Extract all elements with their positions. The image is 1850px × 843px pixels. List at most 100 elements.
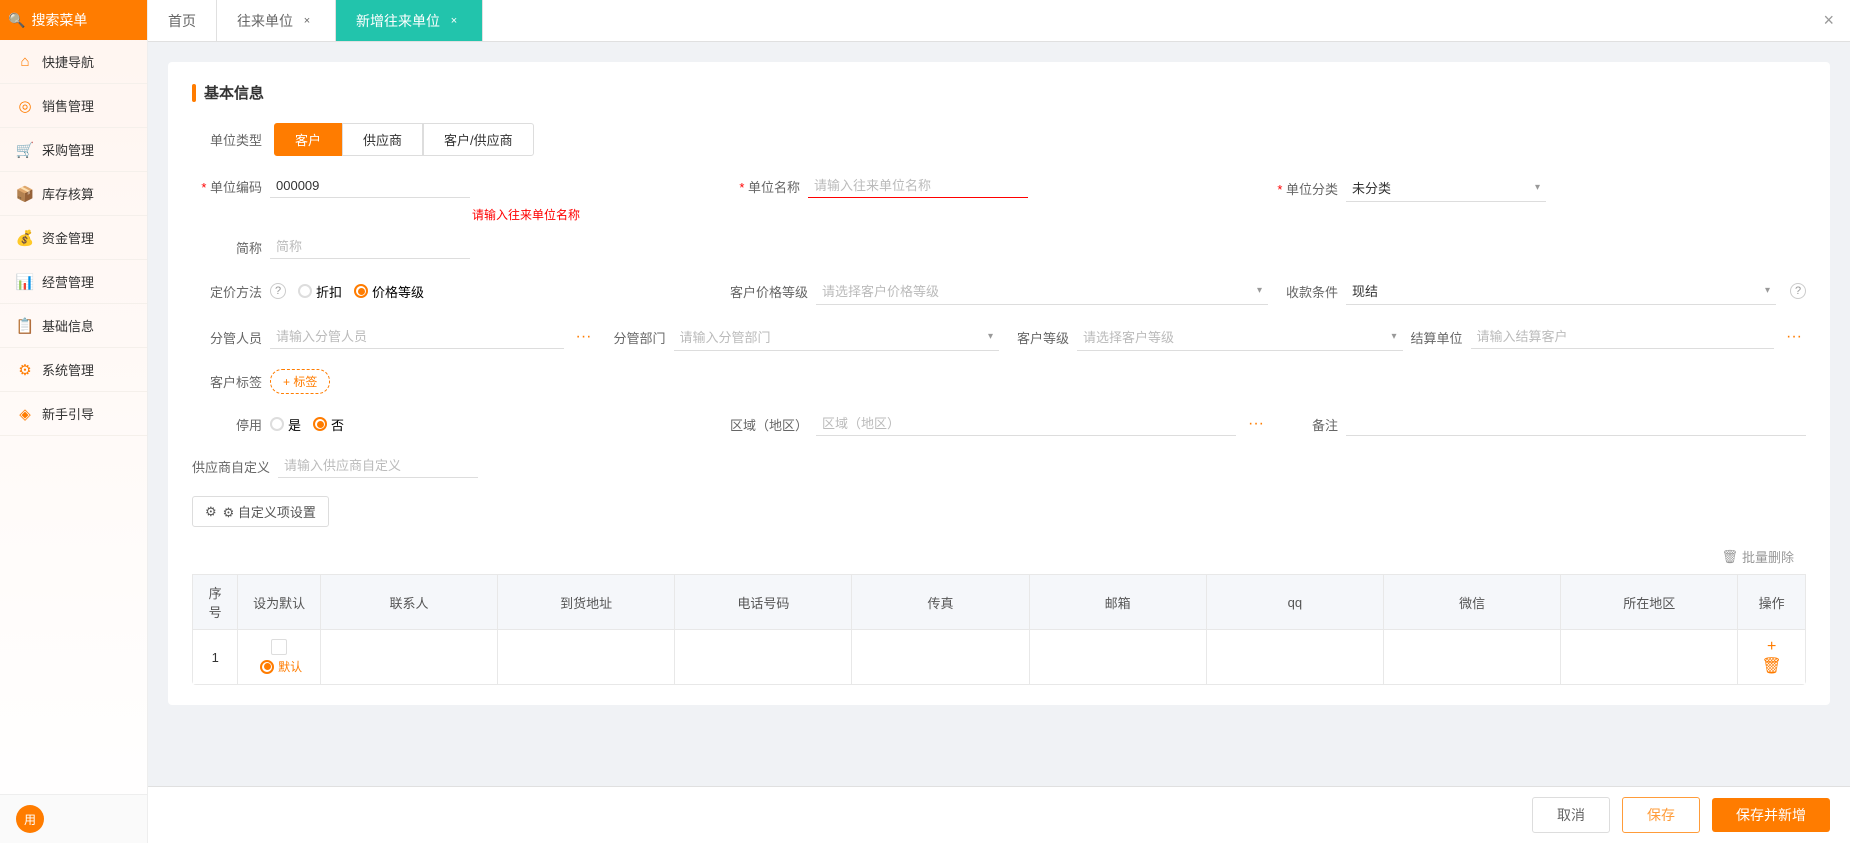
disabled-radio-no[interactable]: 否 [313,415,344,434]
col-region: 所在地区 [1561,575,1738,630]
pricing-method-field: 定价方法 ? 折扣 价格等级 [192,282,730,301]
sidebar-item-basic-info[interactable]: 📋 基础信息 [0,304,147,348]
remarks-input[interactable] [1346,412,1806,436]
sidebar-item-purchase[interactable]: 🛒 采购管理 [0,128,147,172]
radio-discount-circle [298,284,312,298]
unit-category-select[interactable]: 未分类 ▾ [1346,174,1546,202]
disabled-radio-group: 是 否 [270,415,344,434]
chevron-down-icon4: ▾ [988,331,993,342]
gear-icon: ⚙ [205,504,217,520]
sidebar-search[interactable]: 🔍 搜索菜单 [0,0,147,40]
row-email[interactable] [1029,630,1206,685]
save-button[interactable]: 保存 [1622,797,1700,833]
sidebar-item-finance[interactable]: 💰 资金管理 [0,216,147,260]
phone-input[interactable] [685,650,841,665]
operations-icon: 📊 [16,273,34,291]
window-close-button[interactable]: × [1807,10,1850,31]
sidebar-item-system[interactable]: ⚙ 系统管理 [0,348,147,392]
settlement-unit-field: 结算单位 ··· [1403,325,1807,349]
row-region[interactable] [1561,630,1738,685]
tab-partners-close[interactable]: × [299,13,315,29]
sidebar-search-label: 搜索菜单 [31,10,87,30]
manager-more-btn[interactable]: ··· [572,328,596,346]
pricing-radio-price-level[interactable]: 价格等级 [354,282,424,301]
unit-type-button-group: 客户 供应商 客户/供应商 [274,123,534,156]
payment-terms-field: 收款条件 现结 ▾ ? [1268,277,1806,305]
remarks-label: 备注 [1268,415,1338,434]
region-input-cell[interactable] [1571,650,1727,665]
row-wechat[interactable] [1384,630,1561,685]
unit-code-input[interactable] [270,174,470,198]
tab-new-partner-close[interactable]: × [446,13,462,29]
row-address[interactable] [498,630,675,685]
row-phone[interactable] [675,630,852,685]
add-row-button[interactable]: + [1763,638,1780,655]
email-input[interactable] [1040,650,1196,665]
type-btn-both[interactable]: 客户/供应商 [423,123,534,156]
type-btn-customer[interactable]: 客户 [274,123,342,156]
batch-delete-button[interactable]: 🗑 批量删除 [1721,547,1794,566]
region-input[interactable] [816,412,1236,436]
section-title-text: 基本信息 [204,82,264,103]
form-card: 基本信息 单位类型 客户 供应商 客户/供应商 单位编码 单位名称 [168,62,1830,705]
row-contact[interactable] [320,630,497,685]
manager-input[interactable] [270,325,564,349]
customer-price-level-select[interactable]: 请选择客户价格等级 ▾ [816,277,1268,305]
sidebar-item-inventory[interactable]: 📦 库存核算 [0,172,147,216]
region-label: 区域（地区） [730,415,808,434]
sidebar-item-operations[interactable]: 📊 经营管理 [0,260,147,304]
supplier-custom-input[interactable] [278,454,478,478]
disabled-label: 停用 [192,415,262,434]
inventory-icon: 📦 [16,185,34,203]
sidebar-item-sales[interactable]: ◎ 销售管理 [0,84,147,128]
disabled-radio-yes[interactable]: 是 [270,415,301,434]
fax-input[interactable] [862,650,1018,665]
region-field: 区域（地区） ··· [730,412,1268,436]
short-name-input[interactable] [270,235,470,259]
unit-name-input[interactable] [808,174,1028,198]
tab-partners[interactable]: 往来单位 × [217,0,336,41]
delete-row-button[interactable]: 🗑 [1757,658,1785,675]
contact-input[interactable] [331,650,487,665]
col-action: 操作 [1738,575,1806,630]
customer-price-level-field: 客户价格等级 请选择客户价格等级 ▾ [730,277,1268,305]
address-input[interactable] [508,650,664,665]
default-checkbox[interactable] [271,639,287,655]
settlement-more-btn[interactable]: ··· [1782,328,1806,346]
col-default: 设为默认 [238,575,321,630]
custom-settings-button[interactable]: ⚙ ⚙ 自定义项设置 [192,496,329,527]
row-default-radio[interactable]: 默认 [260,658,302,675]
sidebar-item-new-guide[interactable]: ◈ 新手引导 [0,392,147,436]
region-more-btn[interactable]: ··· [1244,415,1268,433]
department-select[interactable]: 请输入分管部门 ▾ [674,323,1000,351]
settlement-unit-input[interactable] [1471,325,1775,349]
chevron-down-icon5: ▾ [1391,331,1396,342]
wechat-input[interactable] [1394,650,1550,665]
cancel-button[interactable]: 取消 [1532,797,1610,833]
customer-level-select[interactable]: 请选择客户等级 ▾ [1077,323,1403,351]
col-phone: 电话号码 [675,575,852,630]
supplier-custom-field: 供应商自定义 [192,454,1806,478]
row-fax[interactable] [852,630,1029,685]
row-default-checkbox: 默认 [238,630,321,685]
payment-help-icon[interactable]: ? [1790,283,1806,299]
tab-new-partner[interactable]: 新增往来单位 × [336,0,483,41]
basic-info-icon: 📋 [16,317,34,335]
save-and-new-button[interactable]: 保存并新增 [1712,798,1830,832]
qq-input[interactable] [1217,650,1373,665]
pricing-help-icon[interactable]: ? [270,283,286,299]
payment-terms-select[interactable]: 现结 ▾ [1346,277,1776,305]
manager-label: 分管人员 [192,328,262,347]
tab-home[interactable]: 首页 [148,0,217,41]
pricing-radio-discount[interactable]: 折扣 [298,282,342,301]
department-label: 分管部门 [596,328,666,347]
row-qq[interactable] [1206,630,1383,685]
customer-level-field: 客户等级 请选择客户等级 ▾ [999,323,1403,351]
add-tag-button[interactable]: + 标签 [270,369,330,394]
type-btn-supplier[interactable]: 供应商 [342,123,423,156]
default-radio-circle [260,660,274,674]
sidebar-item-label: 销售管理 [42,96,94,115]
batch-delete-label: 批量删除 [1742,547,1794,566]
sidebar-item-label: 经营管理 [42,272,94,291]
sidebar-item-quick-nav[interactable]: ⌂ 快捷导航 [0,40,147,84]
